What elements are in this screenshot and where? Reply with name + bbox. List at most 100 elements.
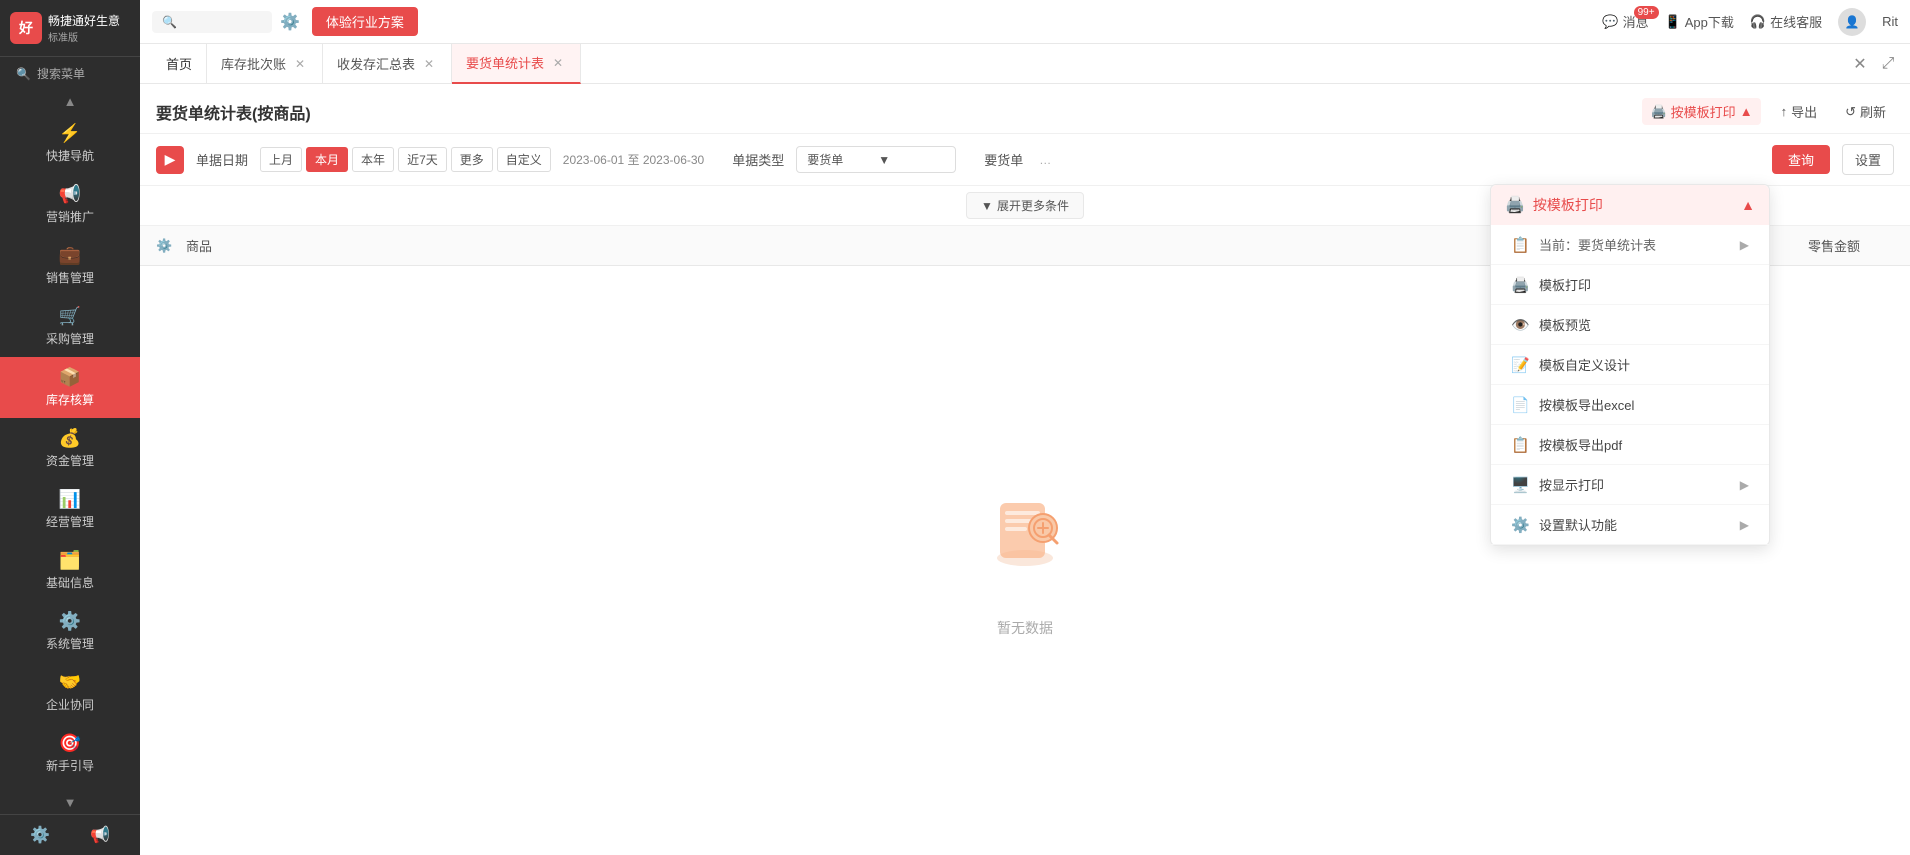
dropdown-item-export-excel[interactable]: 📄 按模板导出excel [1491, 385, 1769, 425]
app-download-btn[interactable]: 📱 App下载 [1665, 12, 1734, 31]
filter-date-range: 2023-06-01 至 2023-06-30 [563, 151, 704, 168]
tab-inventory-batch[interactable]: 库存批次账 ✕ [207, 44, 323, 84]
dropdown-item-template-print[interactable]: 🖨️ 模板打印 [1491, 265, 1769, 305]
dropdown-submenu-set-default[interactable]: ⚙️ 设置默认功能 ▶ [1491, 505, 1769, 545]
query-btn[interactable]: 查询 [1772, 145, 1830, 174]
main-content: 🔍 ⚙️ 体验行业方案 💬 消息 99+ 📱 App下载 🎧 在线客服 👤 Ri… [140, 0, 1910, 855]
guide-icon: 🎯 [59, 733, 81, 754]
filter-date-group: 上月 本月 本年 近7天 更多 自定义 [260, 147, 551, 172]
filter-goods-label: 要货单 [984, 150, 1023, 169]
messages-btn[interactable]: 💬 消息 99+ [1602, 12, 1648, 31]
sidebar-item-label-marketing: 营销推广 [46, 208, 94, 225]
tab-label-inventory-batch: 库存批次账 [221, 54, 286, 73]
tabbar: 首页库存批次账✕收发存汇总表✕要货单统计表✕ ✕ ⤢ [140, 44, 1910, 84]
filter-current-year-btn[interactable]: 本年 [352, 147, 394, 172]
filter-custom-btn[interactable]: 自定义 [497, 147, 551, 172]
export-pdf-icon: 📋 [1511, 436, 1529, 454]
dropdown-current-left: 📋 当前：要货单统计表 [1511, 235, 1656, 254]
speaker-icon[interactable]: 📢 [90, 825, 110, 845]
dropdown-current-item[interactable]: 📋 当前：要货单统计表 ▶ [1491, 225, 1769, 265]
sidebar-item-system[interactable]: ⚙️ 系统管理 [0, 601, 140, 662]
topbar-gear-icon[interactable]: ⚙️ [280, 12, 300, 32]
close-window-btn[interactable]: ✕ [1846, 50, 1874, 78]
sidebar-item-inventory[interactable]: 📦 库存核算 [0, 357, 140, 418]
dropdown-close-arrow[interactable]: ▲ [1741, 197, 1755, 213]
sidebar-item-purchase[interactable]: 🛒 采购管理 [0, 296, 140, 357]
username-label: Rit [1882, 14, 1898, 29]
phone-icon: 📱 [1665, 14, 1681, 30]
dropdown-submenu-set-default-left: ⚙️ 设置默认功能 [1511, 515, 1617, 534]
dropdown-item-template-custom[interactable]: 📝 模板自定义设计 [1491, 345, 1769, 385]
sidebar-item-marketing[interactable]: 📢 营销推广 [0, 174, 140, 235]
page-title: 要货单统计表(按商品) [156, 100, 311, 124]
sidebar-item-apps[interactable]: 🔷 应用中心 [0, 784, 140, 791]
basics-icon: 🗂️ [59, 550, 81, 571]
sidebar-footer: ⚙️ 📢 [0, 814, 140, 855]
col-settings[interactable]: ⚙️ [156, 238, 186, 254]
refresh-btn[interactable]: ↺ 刷新 [1837, 98, 1894, 125]
topbar-search-wrap[interactable]: 🔍 [152, 11, 272, 33]
sidebar-item-label-inventory: 库存核算 [46, 391, 94, 408]
sidebar-item-quick-nav[interactable]: ⚡ 快捷导航 [0, 113, 140, 174]
topbar: 🔍 ⚙️ 体验行业方案 💬 消息 99+ 📱 App下载 🎧 在线客服 👤 Ri… [140, 0, 1910, 44]
sidebar-item-guide[interactable]: 🎯 新手引导 [0, 723, 140, 784]
tab-close-order-stats[interactable]: ✕ [550, 55, 566, 71]
sidebar-item-finance[interactable]: 💰 资金管理 [0, 418, 140, 479]
tab-order-stats[interactable]: 要货单统计表 ✕ [452, 44, 581, 84]
sidebar-nav: ⚡ 快捷导航 📢 营销推广 💼 销售管理 🛒 采购管理 📦 库存核算 💰 资金管… [0, 113, 140, 791]
sidebar-scroll-up[interactable]: ▲ [0, 90, 140, 113]
sidebar-item-label-purchase: 采购管理 [46, 330, 94, 347]
inventory-icon: 📦 [59, 367, 81, 388]
filter-current-month-btn[interactable]: 本月 [306, 147, 348, 172]
sidebar-item-basics[interactable]: 🗂️ 基础信息 [0, 540, 140, 601]
tab-close-inventory-batch[interactable]: ✕ [292, 56, 308, 72]
settings-icon[interactable]: ⚙️ [30, 825, 50, 845]
sidebar-item-label-sales: 销售管理 [46, 269, 94, 286]
sidebar-item-collab[interactable]: 🤝 企业协同 [0, 662, 140, 723]
dropdown-current-arrow: ▶ [1740, 238, 1749, 252]
display-print-arrow: ▶ [1740, 478, 1749, 492]
sidebar-search[interactable]: 🔍 搜索菜单 [0, 57, 140, 90]
export-btn[interactable]: ↑ 导出 [1773, 98, 1826, 125]
chevron-up-icon: ▲ [1740, 104, 1753, 119]
filter-prev-month-btn[interactable]: 上月 [260, 147, 302, 172]
col-amount: 零售金额 [1774, 236, 1894, 255]
filter-type-select[interactable]: 要货单 ▼ [796, 146, 956, 173]
trial-btn[interactable]: 体验行业方案 [312, 7, 418, 36]
tab-home[interactable]: 首页 [152, 44, 207, 84]
finance-icon: 💰 [59, 428, 81, 449]
refresh-icon: ↺ [1845, 104, 1856, 120]
dropdown-header[interactable]: 🖨️ 按模板打印 ▲ [1491, 185, 1769, 225]
page-header: 要货单统计表(按商品) 🖨️ 按模板打印 ▲ ↑ 导出 ↺ 刷新 [140, 84, 1910, 134]
filter-more-date-btn[interactable]: 更多 [451, 147, 493, 172]
sidebar-item-operations[interactable]: 📊 经营管理 [0, 479, 140, 540]
tab-close-collection-summary[interactable]: ✕ [421, 56, 437, 72]
chevron-down-icon: ▼ [878, 153, 945, 167]
expand-more-btn[interactable]: ▼ 展开更多条件 [966, 192, 1084, 219]
maximize-window-btn[interactable]: ⤢ [1874, 50, 1902, 78]
online-service-btn[interactable]: 🎧 在线客服 [1750, 12, 1822, 31]
dropdown-submenu-display-print[interactable]: 🖥️ 按显示打印 ▶ [1491, 465, 1769, 505]
quick-nav-icon: ⚡ [59, 123, 81, 144]
export-excel-icon: 📄 [1511, 396, 1529, 414]
sidebar: 好 畅捷通好生意 标准版 🔍 搜索菜单 ▲ ⚡ 快捷导航 📢 营销推广 💼 销售… [0, 0, 140, 855]
filter-date-label: 单据日期 [196, 150, 248, 169]
filter-expand-btn[interactable]: ▶ [156, 146, 184, 174]
chevron-down-icon2: ▼ [981, 199, 993, 213]
dropdown-submenu-display-print-left: 🖥️ 按显示打印 [1511, 475, 1604, 494]
user-avatar[interactable]: 👤 [1838, 8, 1866, 36]
tab-collection-summary[interactable]: 收发存汇总表✕ [323, 44, 452, 84]
sidebar-item-label-basics: 基础信息 [46, 574, 94, 591]
col-product: 商品 [186, 236, 1574, 255]
filter-last7-btn[interactable]: 近7天 [398, 147, 447, 172]
sidebar-scroll-down[interactable]: ▼ [0, 791, 140, 814]
settings-btn[interactable]: 设置 [1842, 144, 1894, 175]
sidebar-item-sales[interactable]: 💼 销售管理 [0, 235, 140, 296]
tab-label-order-stats: 要货单统计表 [466, 53, 544, 72]
sidebar-item-label-finance: 资金管理 [46, 452, 94, 469]
print-template-btn[interactable]: 🖨️ 按模板打印 ▲ [1642, 98, 1760, 125]
dropdown-item-template-preview[interactable]: 👁️ 模板预览 [1491, 305, 1769, 345]
dropdown-item-export-pdf[interactable]: 📋 按模板导出pdf [1491, 425, 1769, 465]
template-custom-icon: 📝 [1511, 356, 1529, 374]
topbar-search-input[interactable] [177, 15, 257, 29]
